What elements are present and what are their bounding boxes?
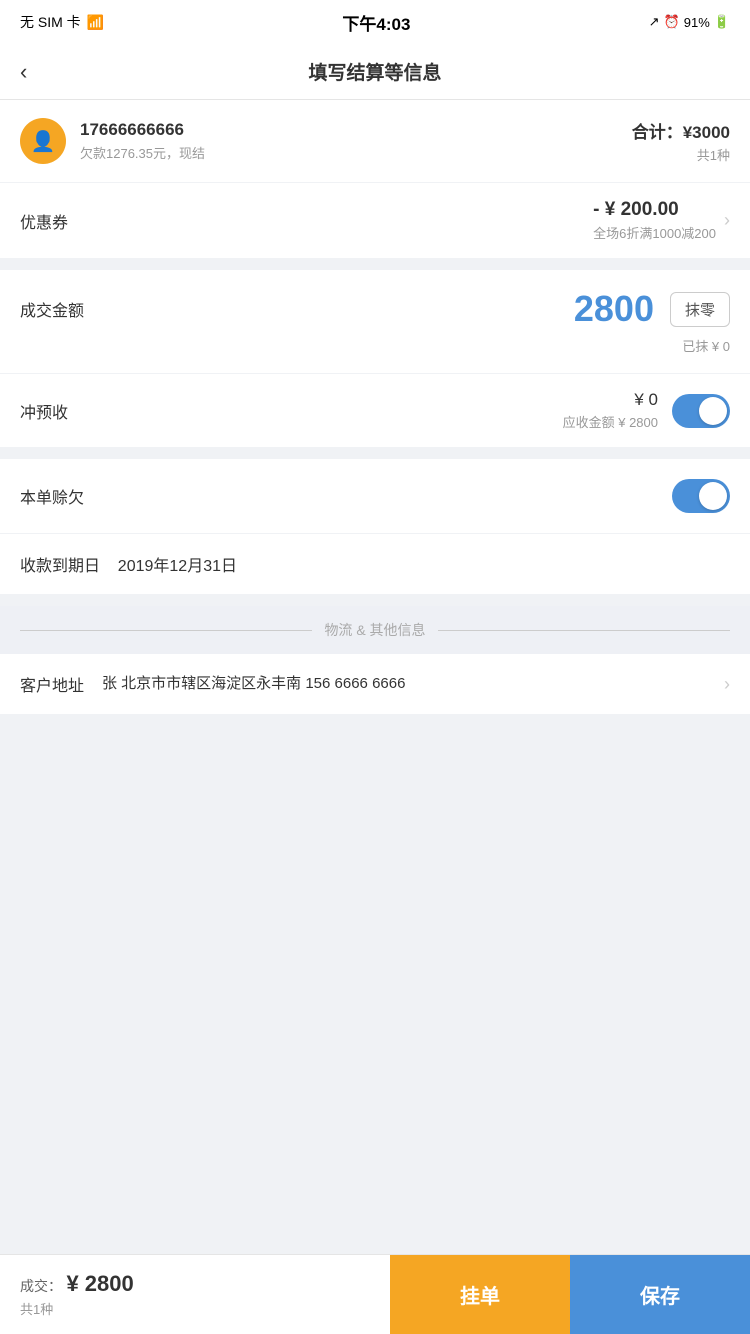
bottom-amount: ¥ 2800 bbox=[66, 1271, 133, 1296]
no-sim-text: 无 SIM 卡 bbox=[20, 12, 81, 32]
gray-filler bbox=[0, 714, 750, 914]
total-count: 共1种 bbox=[632, 145, 730, 164]
bad-debt-toggle[interactable] bbox=[672, 479, 730, 513]
location-icon: ↗ bbox=[649, 14, 660, 30]
customer-left: 👤 17666666666 欠款1276.35元，现结 bbox=[20, 118, 205, 164]
amount-sub: 已抹 ¥ 0 bbox=[20, 336, 730, 355]
page-title: 填写结算等信息 bbox=[308, 58, 441, 85]
bottom-deal-label: 成交： bbox=[20, 1278, 62, 1294]
customer-phone: 17666666666 bbox=[80, 120, 205, 140]
amount-section: 成交金额 2800 抹零 已抹 ¥ 0 冲预收 ¥ 0 应收金额 ¥ 2800 bbox=[0, 270, 750, 447]
bad-debt-label: 本单赊欠 bbox=[20, 484, 84, 508]
address-section: 客户地址 张 北京市市辖区海淀区永丰南 156 6666 6666 › bbox=[0, 654, 750, 714]
prepay-row: 冲预收 ¥ 0 应收金额 ¥ 2800 bbox=[0, 373, 750, 447]
status-right: ↗ ⏰ 91% 🔋 bbox=[649, 14, 730, 30]
amount-value-group: 2800 抹零 bbox=[574, 288, 730, 330]
round-button[interactable]: 抹零 bbox=[670, 292, 730, 327]
divider-line-left bbox=[20, 630, 312, 631]
logistics-label: 物流 & 其他信息 bbox=[324, 620, 425, 640]
address-value: 张 北京市市辖区海淀区永丰南 156 6666 6666 bbox=[102, 673, 712, 696]
save-button[interactable]: 保存 bbox=[570, 1255, 750, 1334]
coupon-desc: 全场6折满1000减200 bbox=[593, 223, 716, 242]
alarm-icon: ⏰ bbox=[664, 14, 680, 30]
coupon-label: 优惠券 bbox=[20, 209, 68, 233]
amount-main-row: 成交金额 2800 抹零 bbox=[20, 288, 730, 330]
amount-label: 成交金额 bbox=[20, 297, 84, 321]
gap-3 bbox=[0, 594, 750, 606]
coupon-discount: - ¥ 200.00 bbox=[593, 199, 716, 221]
status-left: 无 SIM 卡 📶 bbox=[20, 12, 104, 32]
bottom-deal-row: 成交： ¥ 2800 bbox=[20, 1271, 370, 1297]
bottom-count: 共1种 bbox=[20, 1299, 370, 1318]
avatar-icon: 👤 bbox=[31, 129, 56, 154]
due-date-label: 收款到期日 2019年12月31日 bbox=[20, 558, 237, 575]
status-bar: 无 SIM 卡 📶 下午4:03 ↗ ⏰ 91% 🔋 bbox=[0, 0, 750, 44]
coupon-row[interactable]: 优惠券 - ¥ 200.00 全场6折满1000减200 › bbox=[0, 183, 750, 258]
hang-button[interactable]: 挂单 bbox=[390, 1255, 570, 1334]
total-amount: 合计：¥3000 bbox=[632, 118, 730, 143]
prepay-toggle[interactable] bbox=[672, 394, 730, 428]
bottom-summary: 成交： ¥ 2800 共1种 bbox=[0, 1271, 390, 1318]
prepay-label: 冲预收 bbox=[20, 399, 68, 423]
gap-2 bbox=[0, 447, 750, 459]
prepay-right: ¥ 0 应收金额 ¥ 2800 bbox=[563, 390, 730, 431]
nav-bar: ‹ 填写结算等信息 bbox=[0, 44, 750, 100]
customer-right: 合计：¥3000 共1种 bbox=[632, 118, 730, 164]
address-arrow-icon: › bbox=[724, 674, 730, 695]
divider-line-right bbox=[438, 630, 730, 631]
prepay-sub: 应收金额 ¥ 2800 bbox=[563, 412, 658, 431]
wifi-icon: 📶 bbox=[87, 14, 104, 31]
customer-debt: 欠款1276.35元，现结 bbox=[80, 143, 205, 162]
battery-text: 91% bbox=[684, 15, 710, 30]
bad-debt-row: 本单赊欠 bbox=[0, 459, 750, 533]
prepay-amount: ¥ 0 bbox=[563, 390, 658, 410]
bad-debt-section: 本单赊欠 收款到期日 2019年12月31日 bbox=[0, 459, 750, 594]
customer-row: 👤 17666666666 欠款1276.35元，现结 合计：¥3000 共1种 bbox=[0, 100, 750, 183]
amount-row-container: 成交金额 2800 抹零 已抹 ¥ 0 bbox=[0, 270, 750, 373]
avatar: 👤 bbox=[20, 118, 66, 164]
due-date-value: 2019年12月31日 bbox=[118, 558, 237, 575]
logistics-divider: 物流 & 其他信息 bbox=[0, 606, 750, 654]
coupon-arrow-icon: › bbox=[724, 210, 730, 231]
prepay-amount-group: ¥ 0 应收金额 ¥ 2800 bbox=[563, 390, 658, 431]
due-date-row: 收款到期日 2019年12月31日 bbox=[0, 533, 750, 594]
status-time: 下午4:03 bbox=[342, 10, 410, 35]
amount-value: 2800 bbox=[574, 288, 654, 330]
address-row[interactable]: 客户地址 张 北京市市辖区海淀区永丰南 156 6666 6666 › bbox=[0, 654, 750, 714]
customer-info: 17666666666 欠款1276.35元，现结 bbox=[80, 120, 205, 162]
battery-icon: 🔋 bbox=[714, 14, 730, 30]
address-label: 客户地址 bbox=[20, 672, 90, 696]
bottom-bar: 成交： ¥ 2800 共1种 挂单 保存 bbox=[0, 1254, 750, 1334]
gap-1 bbox=[0, 258, 750, 270]
customer-section: 👤 17666666666 欠款1276.35元，现结 合计：¥3000 共1种… bbox=[0, 100, 750, 258]
back-button[interactable]: ‹ bbox=[20, 59, 27, 85]
